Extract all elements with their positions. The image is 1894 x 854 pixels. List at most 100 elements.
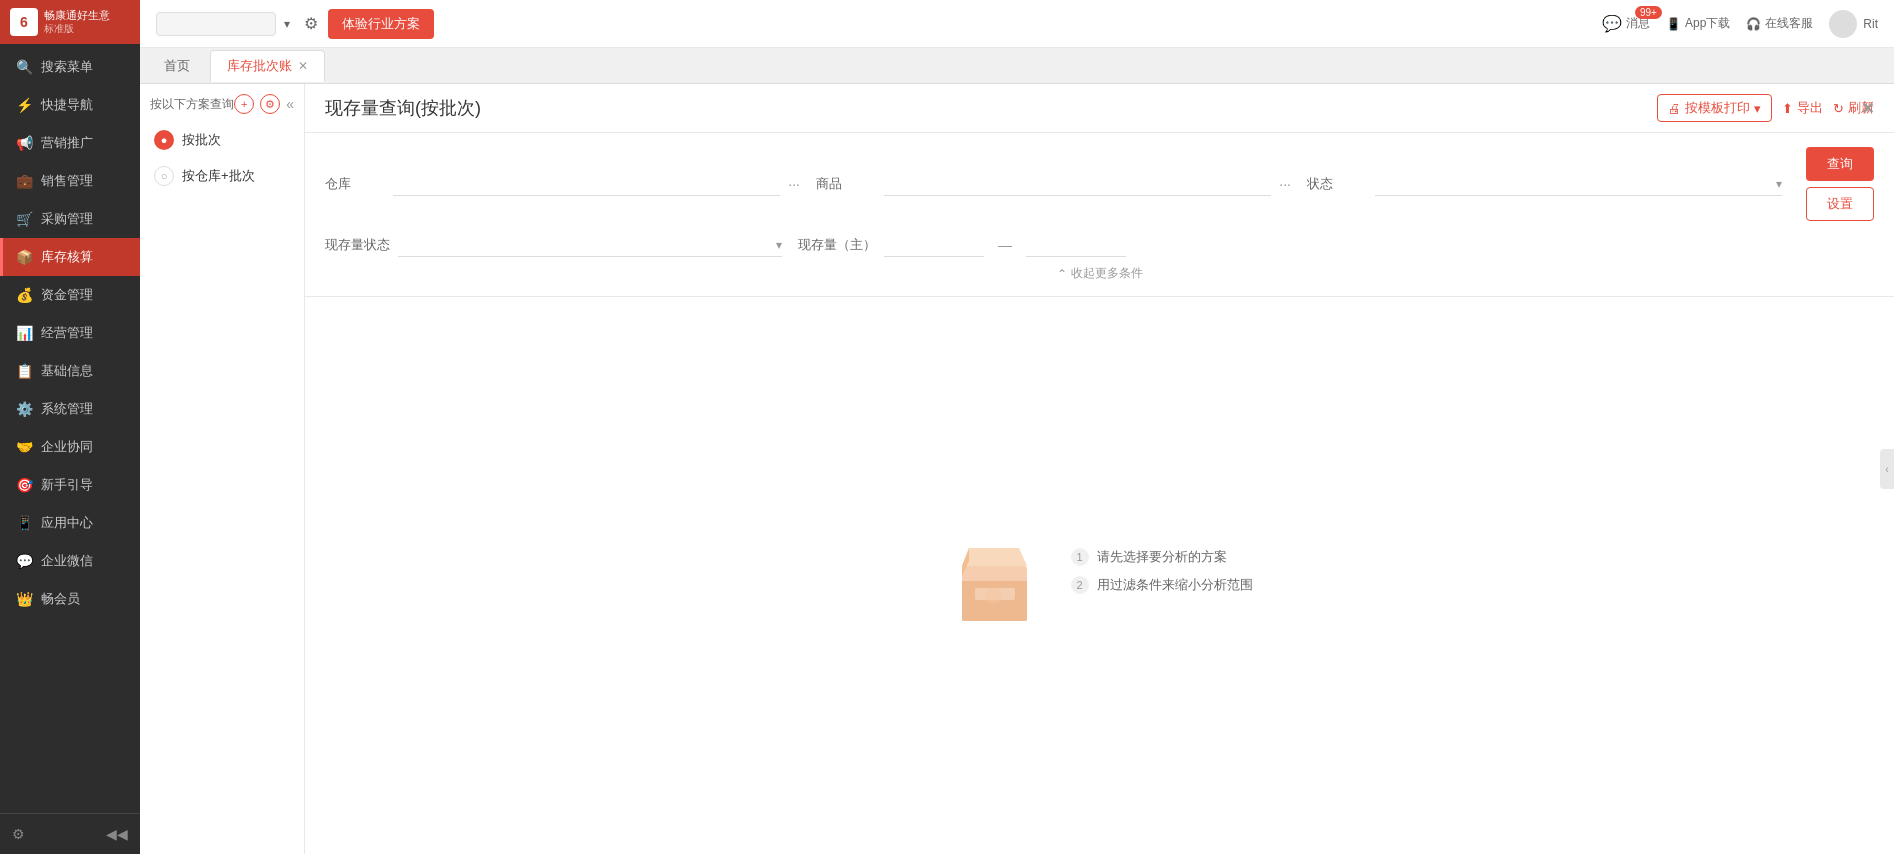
empty-step-2-label: 用过滤条件来缩小分析范围 xyxy=(1097,576,1253,594)
sidebar-nav: 🔍 搜索菜单 ⚡ 快捷导航 📢 营销推广 💼 销售管理 🛒 采购管理 📦 库存核… xyxy=(0,44,140,813)
tab-home-label: 首页 xyxy=(164,57,190,75)
topbar-service-btn[interactable]: 🎧 在线客服 xyxy=(1746,15,1813,32)
ops-icon: 📊 xyxy=(15,324,33,342)
sidebar-item-member[interactable]: 👑 畅会员 xyxy=(0,580,140,618)
experience-btn[interactable]: 体验行业方案 xyxy=(328,9,434,39)
plan-label-warehouse-batch: 按仓库+批次 xyxy=(182,167,255,185)
appcenter-icon: 📱 xyxy=(15,514,33,532)
sidebar-item-base[interactable]: 📋 基础信息 xyxy=(0,352,140,390)
add-plan-btn[interactable]: + xyxy=(234,94,254,114)
status-filter-field: 状态 ▾ xyxy=(1307,173,1782,196)
sidebar-item-system[interactable]: ⚙️ 系统管理 xyxy=(0,390,140,428)
right-panel-handle[interactable]: ‹ xyxy=(1880,449,1894,489)
empty-step-2: 2 用过滤条件来缩小分析范围 xyxy=(1071,576,1253,594)
inventory-status-label: 现存量状态 xyxy=(325,236,390,254)
sidebar-item-label: 资金管理 xyxy=(41,286,93,304)
sidebar-item-label: 畅会员 xyxy=(41,590,80,608)
sidebar-item-finance[interactable]: 💰 资金管理 xyxy=(0,276,140,314)
topbar-app-download-btn[interactable]: 📱 App下载 xyxy=(1666,15,1730,32)
printer-icon: 🖨 xyxy=(1668,101,1681,116)
topbar-search-input[interactable] xyxy=(156,12,276,36)
filter-row-1: 仓库 ··· 商品 ··· 状态 ▾ xyxy=(325,147,1874,221)
tab-close-btn[interactable]: ✕ xyxy=(298,59,308,73)
print-btn[interactable]: 🖨 按模板打印 ▾ xyxy=(1657,94,1772,122)
print-dropdown-arrow[interactable]: ▾ xyxy=(1754,101,1761,116)
sidebar-item-ops[interactable]: 📊 经营管理 xyxy=(0,314,140,352)
query-btn[interactable]: 查询 xyxy=(1806,147,1874,181)
sidebar-item-label: 搜索菜单 xyxy=(41,58,93,76)
settings-plan-btn[interactable]: ⚙ xyxy=(260,94,280,114)
system-icon: ⚙️ xyxy=(15,400,33,418)
content-area: 按以下方案查询 + ⚙ « ● 按批次 ○ 按仓库+批次 现存量查询(按批次) xyxy=(140,84,1894,854)
page-close-btn[interactable]: ✕ xyxy=(1861,99,1874,118)
topbar-gear-icon[interactable]: ⚙ xyxy=(298,12,324,35)
inventory-qty-min-input[interactable] xyxy=(884,233,984,257)
filter-area: 仓库 ··· 商品 ··· 状态 ▾ xyxy=(305,133,1894,297)
tab-home[interactable]: 首页 xyxy=(148,51,206,81)
status-dropdown[interactable]: ▾ xyxy=(1375,173,1782,196)
header-actions: 🖨 按模板打印 ▾ ⬆ 导出 ↻ 刷新 xyxy=(1657,94,1874,122)
collapse-filter-btn[interactable]: ⌃ 收起更多条件 xyxy=(325,265,1874,282)
sidebar-collapse-btn[interactable]: ◀◀ xyxy=(102,822,132,846)
sidebar-item-search[interactable]: 🔍 搜索菜单 xyxy=(0,48,140,86)
sidebar-item-purchase[interactable]: 🛒 采购管理 xyxy=(0,200,140,238)
sidebar-item-label: 库存核算 xyxy=(41,248,93,266)
tab-inventory-batch[interactable]: 库存批次账 ✕ xyxy=(210,50,325,82)
inventory-status-field: 现存量状态 ▾ xyxy=(325,234,782,257)
filter-btn-col: 查询 设置 xyxy=(1806,147,1874,221)
sidebar-item-label: 新手引导 xyxy=(41,476,93,494)
inventory-icon: 📦 xyxy=(15,248,33,266)
sidebar-item-collab[interactable]: 🤝 企业协同 xyxy=(0,428,140,466)
topbar-dropdown-btn[interactable]: ▾ xyxy=(280,15,294,33)
sidebar-item-wxwork[interactable]: 💬 企业微信 xyxy=(0,542,140,580)
inventory-qty-field: 现存量（主） — xyxy=(798,233,1255,257)
plan-item-batch[interactable]: ● 按批次 xyxy=(140,122,304,158)
empty-step-1-label: 请先选择要分析的方案 xyxy=(1097,548,1227,566)
sidebar-item-marketing[interactable]: 📢 营销推广 xyxy=(0,124,140,162)
empty-state: 1 请先选择要分析的方案 2 用过滤条件来缩小分析范围 xyxy=(305,297,1894,854)
tab-inventory-batch-label: 库存批次账 xyxy=(227,57,292,75)
sidebar-item-inventory[interactable]: 📦 库存核算 xyxy=(0,238,140,276)
left-panel: 按以下方案查询 + ⚙ « ● 按批次 ○ 按仓库+批次 xyxy=(140,84,305,854)
inventory-qty-max-input[interactable] xyxy=(1026,233,1126,257)
inventory-status-arrow: ▾ xyxy=(776,238,782,252)
sidebar-item-newguide[interactable]: 🎯 新手引导 xyxy=(0,466,140,504)
right-main: 现存量查询(按批次) 🖨 按模板打印 ▾ ⬆ 导出 ↻ 刷新 xyxy=(305,84,1894,854)
warehouse-input[interactable] xyxy=(393,172,780,196)
empty-text: 1 请先选择要分析的方案 2 用过滤条件来缩小分析范围 xyxy=(1071,548,1253,604)
page-header: 现存量查询(按批次) 🖨 按模板打印 ▾ ⬆ 导出 ↻ 刷新 xyxy=(305,84,1894,133)
app-logo: 6 xyxy=(10,8,38,36)
base-icon: 📋 xyxy=(15,362,33,380)
topbar-user-btn[interactable]: Rit xyxy=(1829,10,1878,38)
topbar-right: 💬 消息 99+ 📱 App下载 🎧 在线客服 Rit xyxy=(1602,10,1878,38)
main-content: ▾ ⚙ 体验行业方案 💬 消息 99+ 📱 App下载 🎧 在线客服 Rit xyxy=(140,0,1894,854)
sidebar-item-label: 企业协同 xyxy=(41,438,93,456)
sidebar-item-sales[interactable]: 💼 销售管理 xyxy=(0,162,140,200)
export-btn[interactable]: ⬆ 导出 xyxy=(1782,99,1823,117)
search-icon: 🔍 xyxy=(15,58,33,76)
sidebar-item-appcenter[interactable]: 📱 应用中心 xyxy=(0,504,140,542)
filter-settings-btn[interactable]: 设置 xyxy=(1806,187,1874,221)
sidebar-settings-btn[interactable]: ⚙ xyxy=(8,822,29,846)
topbar-message-btn[interactable]: 💬 消息 99+ xyxy=(1602,14,1650,33)
edition-label: 标准版 xyxy=(44,22,110,36)
goods-label: 商品 xyxy=(816,175,876,193)
left-panel-actions: + ⚙ « xyxy=(234,94,294,114)
collapse-filter-label: 收起更多条件 xyxy=(1071,265,1143,282)
plan-icon-warehouse-batch: ○ xyxy=(154,166,174,186)
goods-more-btn[interactable]: ··· xyxy=(1279,176,1291,192)
inventory-status-dropdown[interactable]: ▾ xyxy=(398,234,782,257)
member-icon: 👑 xyxy=(15,590,33,608)
goods-input[interactable] xyxy=(884,172,1271,196)
plan-label-batch: 按批次 xyxy=(182,131,221,149)
collapse-panel-btn[interactable]: « xyxy=(286,96,294,112)
plan-item-warehouse-batch[interactable]: ○ 按仓库+批次 xyxy=(140,158,304,194)
collapse-arrow-icon: ⌃ xyxy=(1057,267,1067,281)
svg-point-5 xyxy=(986,588,1002,604)
message-badge: 99+ xyxy=(1635,6,1662,19)
sidebar-item-quicknav[interactable]: ⚡ 快捷导航 xyxy=(0,86,140,124)
qty-separator: — xyxy=(998,237,1012,253)
collab-icon: 🤝 xyxy=(15,438,33,456)
warehouse-more-btn[interactable]: ··· xyxy=(788,176,800,192)
empty-step-1: 1 请先选择要分析的方案 xyxy=(1071,548,1253,566)
